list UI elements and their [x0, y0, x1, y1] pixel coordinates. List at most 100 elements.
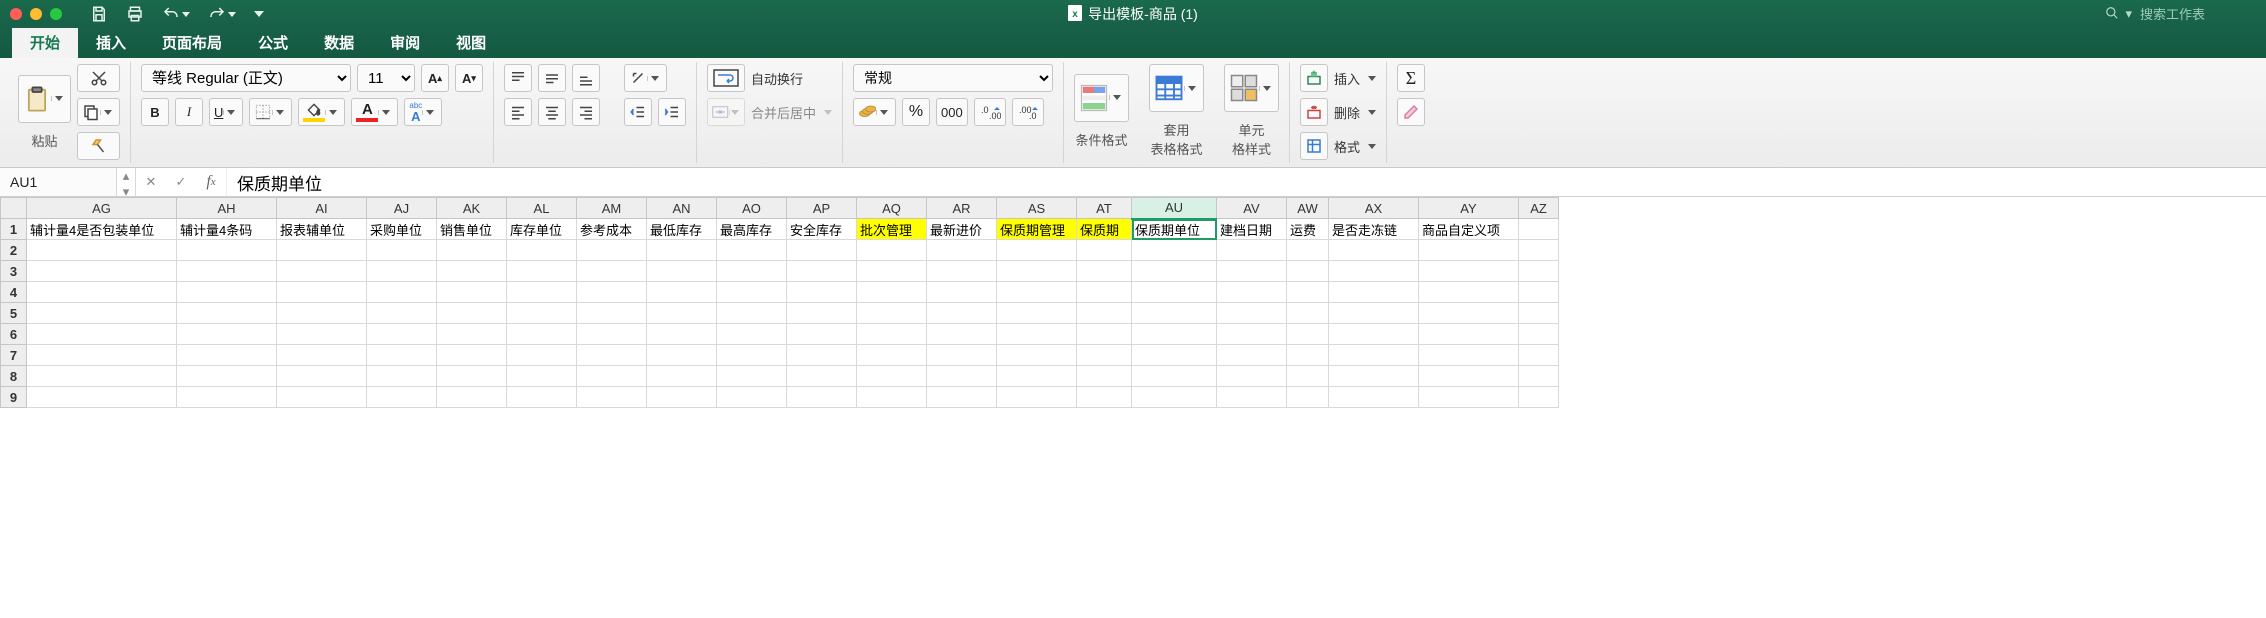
cell[interactable] [717, 324, 787, 345]
orientation-button[interactable] [624, 64, 667, 92]
cell[interactable] [1217, 366, 1287, 387]
cell[interactable]: 销售单位 [437, 219, 507, 240]
row-header[interactable]: 5 [1, 303, 27, 324]
cell[interactable] [27, 366, 177, 387]
cell[interactable]: 报表辅单位 [277, 219, 367, 240]
format-painter-button[interactable] [77, 132, 120, 160]
cell[interactable] [1329, 303, 1419, 324]
cell[interactable] [1077, 240, 1132, 261]
column-header-AR[interactable]: AR [927, 198, 997, 219]
format-cells-icon[interactable] [1300, 132, 1328, 160]
cell[interactable]: 安全库存 [787, 219, 857, 240]
fill-color-button[interactable] [298, 98, 345, 126]
font-size-select[interactable]: 11 [357, 64, 415, 92]
cell[interactable]: 最新进价 [927, 219, 997, 240]
cell[interactable] [1287, 345, 1329, 366]
undo-icon[interactable] [162, 5, 190, 23]
cell[interactable] [437, 366, 507, 387]
cell[interactable] [997, 387, 1077, 408]
cell[interactable] [647, 261, 717, 282]
cell[interactable] [1132, 387, 1217, 408]
cell[interactable] [577, 240, 647, 261]
cell[interactable] [577, 387, 647, 408]
customize-qat-icon[interactable] [254, 11, 264, 17]
row-header[interactable]: 2 [1, 240, 27, 261]
conditional-format-button[interactable] [1074, 74, 1129, 122]
cell[interactable] [277, 345, 367, 366]
cell[interactable] [437, 324, 507, 345]
cell[interactable] [717, 387, 787, 408]
cell[interactable] [1419, 345, 1519, 366]
border-button[interactable] [249, 98, 292, 126]
cell[interactable] [367, 387, 437, 408]
cell[interactable] [997, 303, 1077, 324]
cell[interactable] [27, 324, 177, 345]
currency-button[interactable] [853, 98, 896, 126]
cell[interactable] [787, 387, 857, 408]
delete-dropdown[interactable] [1368, 110, 1376, 115]
row-header[interactable]: 8 [1, 366, 27, 387]
cell[interactable] [437, 261, 507, 282]
search-input[interactable] [2138, 6, 2252, 23]
underline-button[interactable]: U [209, 98, 243, 126]
align-center-button[interactable] [538, 98, 566, 126]
format-as-table-button[interactable] [1149, 64, 1204, 112]
cell[interactable] [1077, 387, 1132, 408]
cell[interactable] [927, 324, 997, 345]
cell[interactable] [277, 261, 367, 282]
cell[interactable] [507, 324, 577, 345]
cell[interactable] [277, 240, 367, 261]
column-header-AQ[interactable]: AQ [857, 198, 927, 219]
cell[interactable]: 建档日期 [1217, 219, 1287, 240]
row-header[interactable]: 6 [1, 324, 27, 345]
cell[interactable] [437, 387, 507, 408]
cell[interactable] [1287, 261, 1329, 282]
cell[interactable] [1519, 219, 1559, 240]
tab-审阅[interactable]: 审阅 [372, 27, 438, 58]
cell[interactable] [1419, 282, 1519, 303]
cell[interactable] [857, 324, 927, 345]
cell-styles-button[interactable] [1224, 64, 1279, 112]
insert-cells-icon[interactable] [1300, 64, 1328, 92]
delete-cells-icon[interactable] [1300, 98, 1328, 126]
cell[interactable] [1519, 240, 1559, 261]
cut-button[interactable] [77, 64, 120, 92]
cell[interactable] [577, 366, 647, 387]
cell[interactable]: 库存单位 [507, 219, 577, 240]
cell[interactable] [927, 240, 997, 261]
cell[interactable] [1329, 387, 1419, 408]
redo-icon[interactable] [208, 5, 236, 23]
tab-数据[interactable]: 数据 [306, 27, 372, 58]
select-all-corner[interactable] [1, 198, 27, 219]
cell[interactable] [1077, 282, 1132, 303]
row-header[interactable]: 4 [1, 282, 27, 303]
cell[interactable]: 保质期单位 [1132, 219, 1217, 240]
font-name-select[interactable]: 等线 Regular (正文) [141, 64, 351, 92]
cell[interactable] [1519, 366, 1559, 387]
cell[interactable] [1132, 366, 1217, 387]
cancel-icon[interactable]: ✕ [136, 168, 166, 196]
cell[interactable] [787, 324, 857, 345]
cell[interactable] [27, 240, 177, 261]
format-dropdown[interactable] [1368, 144, 1376, 149]
cell[interactable] [277, 303, 367, 324]
cell[interactable] [1519, 345, 1559, 366]
cell[interactable] [27, 261, 177, 282]
cell[interactable] [507, 261, 577, 282]
increase-font-button[interactable]: A▴ [421, 64, 449, 92]
column-header-AK[interactable]: AK [437, 198, 507, 219]
cell[interactable] [787, 303, 857, 324]
cell[interactable] [437, 303, 507, 324]
decrease-indent-button[interactable] [624, 98, 652, 126]
cell[interactable] [787, 345, 857, 366]
cell[interactable] [647, 345, 717, 366]
cell[interactable] [647, 303, 717, 324]
column-header-AG[interactable]: AG [27, 198, 177, 219]
cell[interactable] [1217, 303, 1287, 324]
cell[interactable] [717, 303, 787, 324]
cell[interactable] [1077, 261, 1132, 282]
cell[interactable] [1132, 261, 1217, 282]
cell[interactable] [1287, 240, 1329, 261]
row-header[interactable]: 3 [1, 261, 27, 282]
cell[interactable] [997, 366, 1077, 387]
